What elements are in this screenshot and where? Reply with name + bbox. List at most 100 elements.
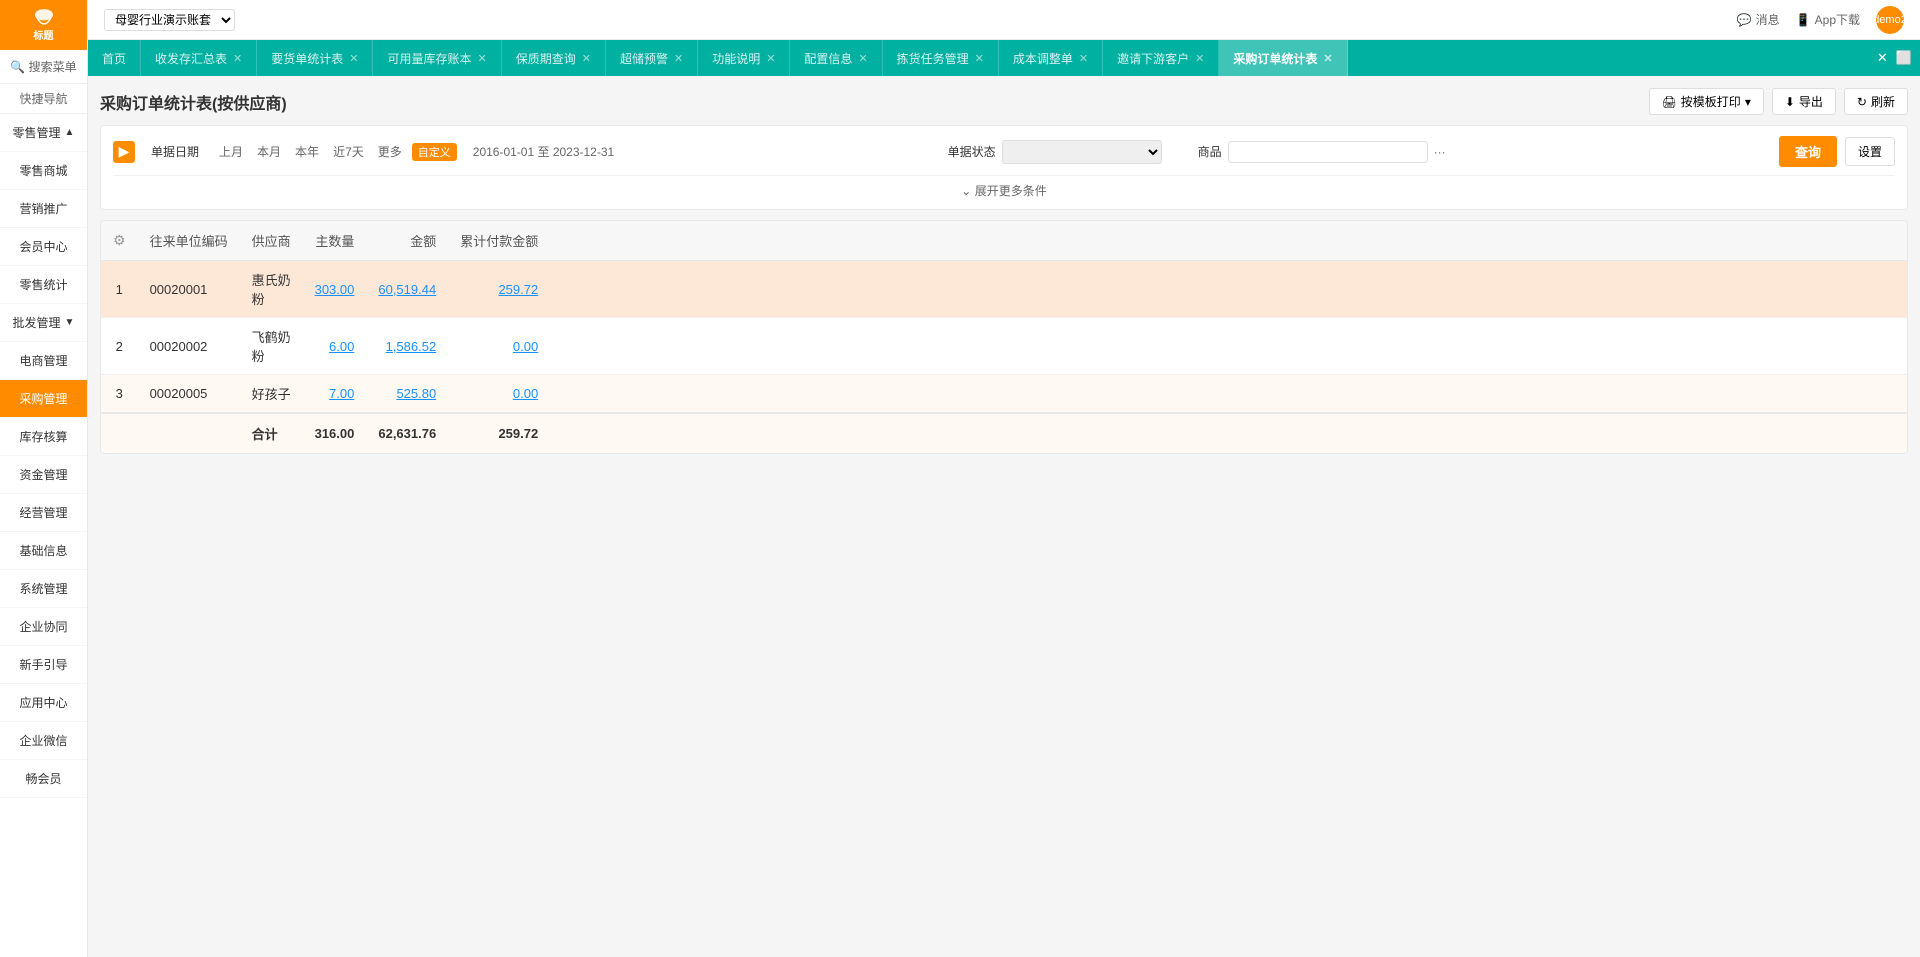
- close-icon[interactable]: ✕: [582, 52, 591, 65]
- sidebar-item-system[interactable]: 系统管理: [0, 570, 87, 608]
- cell-paid[interactable]: 0.00: [448, 318, 550, 375]
- footer-qty: 316.00: [303, 413, 367, 453]
- col-qty: 主数量: [303, 221, 367, 261]
- cell-amount[interactable]: 1,586.52: [366, 318, 448, 375]
- tab-invite[interactable]: 邀请下游客户 ✕: [1103, 40, 1219, 76]
- settings-button[interactable]: 设置: [1845, 137, 1895, 166]
- sidebar-item-wholesale-label: 批发管理: [13, 314, 61, 331]
- sidebar-item-retail[interactable]: 零售管理 ▲: [0, 114, 87, 152]
- close-icon[interactable]: ✕: [478, 52, 487, 65]
- goods-filter: 商品 ···: [1198, 141, 1446, 163]
- sidebar-item-ecom[interactable]: 电商管理: [0, 342, 87, 380]
- sidebar-item-retail-stat[interactable]: 零售统计: [0, 266, 87, 304]
- tab-overstock-label: 超储预警: [620, 50, 668, 67]
- filter-toggle-button[interactable]: ▶: [113, 141, 135, 163]
- close-icon[interactable]: ✕: [1195, 52, 1204, 65]
- tab-home-label: 首页: [102, 50, 126, 67]
- search-menu[interactable]: 🔍 搜索菜单: [0, 50, 87, 84]
- org-selector[interactable]: 母婴行业演示账套: [104, 9, 235, 31]
- sidebar-item-wechat[interactable]: 企业微信: [0, 722, 87, 760]
- expand-more-btn[interactable]: ⌄ 展开更多条件: [113, 175, 1895, 199]
- topbar: 母婴行业演示账套 💬 消息 📱 App下载 demo2: [88, 0, 1920, 40]
- col-settings[interactable]: ⚙: [101, 221, 138, 261]
- cell-no: 1: [101, 261, 138, 318]
- message-btn[interactable]: 💬 消息: [1737, 11, 1780, 28]
- refresh-button[interactable]: ↻ 刷新: [1844, 88, 1908, 115]
- date-tab-this-year[interactable]: 本年: [291, 141, 323, 162]
- topbar-left: 母婴行业演示账套: [104, 9, 235, 31]
- sidebar-item-wholesale[interactable]: 批发管理 ▼: [0, 304, 87, 342]
- tab-overstock[interactable]: 超储预警 ✕: [606, 40, 698, 76]
- close-icon[interactable]: ✕: [349, 52, 358, 65]
- sidebar-item-app-center[interactable]: 应用中心: [0, 684, 87, 722]
- query-button[interactable]: 查询: [1779, 136, 1837, 167]
- table-row: 2 00020002 飞鹤奶粉 6.00 1,586.52 0.00: [101, 318, 1907, 375]
- cell-supplier: 惠氏奶粉: [240, 261, 303, 318]
- cell-paid[interactable]: 259.72: [448, 261, 550, 318]
- close-icon[interactable]: ✕: [975, 52, 984, 65]
- quick-nav[interactable]: 快捷导航: [0, 84, 87, 114]
- sidebar-item-ops[interactable]: 经营管理: [0, 494, 87, 532]
- close-icon[interactable]: ✕: [766, 52, 775, 65]
- col-code: 往来单位编码: [138, 221, 240, 261]
- tab-purchase-summary[interactable]: 采购订单统计表 ✕: [1219, 40, 1347, 76]
- close-all-icon[interactable]: ✕: [1877, 50, 1888, 66]
- date-tab-this-month[interactable]: 本月: [253, 141, 285, 162]
- tab-func-label: 功能说明: [712, 50, 760, 67]
- close-icon[interactable]: ✕: [233, 52, 242, 65]
- sidebar-item-marketing[interactable]: 营销推广: [0, 190, 87, 228]
- tab-cost[interactable]: 成本调整单 ✕: [999, 40, 1103, 76]
- sidebar-item-collab[interactable]: 企业协同: [0, 608, 87, 646]
- sidebar-item-stock[interactable]: 库存核算: [0, 418, 87, 456]
- sidebar-item-finance[interactable]: 资金管理: [0, 456, 87, 494]
- sidebar-item-retail-mall[interactable]: 零售商城: [0, 152, 87, 190]
- tab-warranty[interactable]: 保质期查询 ✕: [502, 40, 606, 76]
- sidebar-item-collab-label: 企业协同: [19, 618, 67, 635]
- print-button[interactable]: 🖨 按模板打印 ▾: [1649, 88, 1764, 115]
- sidebar-item-basic[interactable]: 基础信息: [0, 532, 87, 570]
- cell-qty[interactable]: 303.00: [303, 261, 367, 318]
- sidebar-item-vip[interactable]: 畅会员: [0, 760, 87, 798]
- goods-more-btn[interactable]: ···: [1434, 145, 1446, 159]
- close-icon[interactable]: ✕: [674, 52, 683, 65]
- footer-label: [138, 413, 240, 453]
- tab-collect[interactable]: 收发存汇总表 ✕: [141, 40, 257, 76]
- sidebar-item-member[interactable]: 会员中心: [0, 228, 87, 266]
- user-avatar[interactable]: demo2: [1876, 6, 1904, 34]
- sidebar-item-purchase[interactable]: 采购管理: [0, 380, 87, 418]
- date-tab-7days[interactable]: 近7天: [329, 141, 368, 162]
- app-download-btn[interactable]: 📱 App下载: [1796, 11, 1860, 28]
- sidebar-item-finance-label: 资金管理: [19, 466, 67, 483]
- status-select[interactable]: [1002, 140, 1162, 164]
- sidebar-item-retail-label: 零售管理: [13, 124, 61, 141]
- close-icon[interactable]: ✕: [1079, 52, 1088, 65]
- sidebar-item-ops-label: 经营管理: [19, 504, 67, 521]
- print-icon: 🖨: [1662, 95, 1677, 109]
- cell-paid[interactable]: 0.00: [448, 375, 550, 414]
- maximize-icon[interactable]: ⬜: [1896, 50, 1912, 66]
- cell-spacer: [550, 261, 1907, 318]
- goods-input[interactable]: [1228, 141, 1428, 163]
- export-button[interactable]: ⬇ 导出: [1772, 88, 1836, 115]
- cell-qty[interactable]: 6.00: [303, 318, 367, 375]
- settings-icon[interactable]: ⚙: [113, 232, 126, 248]
- sidebar-item-newbie[interactable]: 新手引导: [0, 646, 87, 684]
- cell-amount[interactable]: 525.80: [366, 375, 448, 414]
- sidebar-menu: 零售管理 ▲ 零售商城 营销推广 会员中心 零售统计 批发管理 ▼ 电商管理 采…: [0, 114, 87, 957]
- date-tab-last-month[interactable]: 上月: [215, 141, 247, 162]
- cell-amount[interactable]: 60,519.44: [366, 261, 448, 318]
- cell-qty[interactable]: 7.00: [303, 375, 367, 414]
- tab-config[interactable]: 配置信息 ✕: [790, 40, 882, 76]
- tab-purchase-detail[interactable]: 要货单统计表 ✕: [257, 40, 373, 76]
- page-title: 采购订单统计表(按供应商): [100, 90, 287, 114]
- close-icon[interactable]: ✕: [1323, 52, 1332, 65]
- search-icon: 🔍: [10, 60, 25, 74]
- date-tab-more[interactable]: 更多: [374, 141, 406, 162]
- sidebar-item-ecom-label: 电商管理: [19, 352, 67, 369]
- tab-task[interactable]: 拣货任务管理 ✕: [883, 40, 999, 76]
- tab-home[interactable]: 首页: [88, 40, 141, 76]
- tab-stock-book[interactable]: 可用量库存账本 ✕: [373, 40, 501, 76]
- sidebar-item-basic-label: 基础信息: [19, 542, 67, 559]
- tab-func[interactable]: 功能说明 ✕: [698, 40, 790, 76]
- close-icon[interactable]: ✕: [858, 52, 867, 65]
